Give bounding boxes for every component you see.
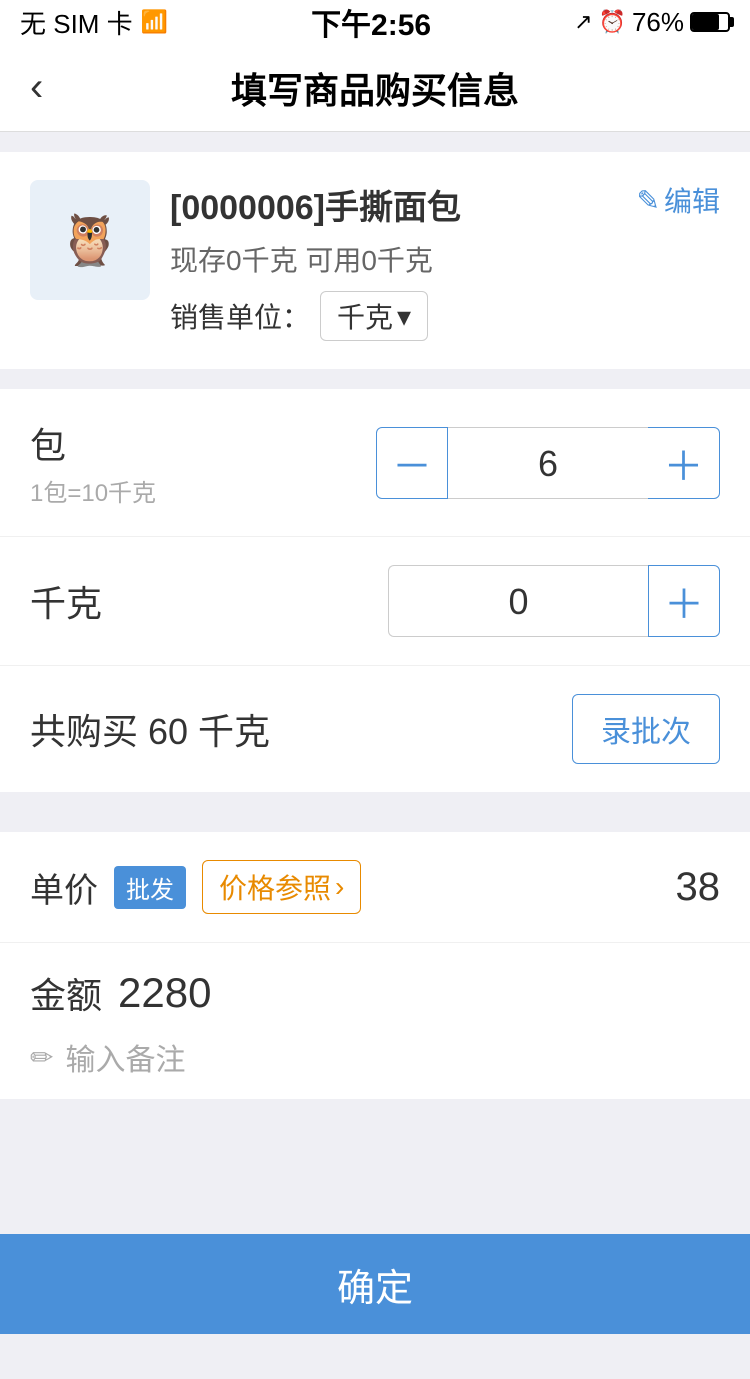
bao-stepper: － 6 ＋ <box>376 427 720 499</box>
bao-decrement-button[interactable]: － <box>376 427 448 499</box>
page-title: 填写商品购买信息 <box>231 62 519 114</box>
kilo-input-row: 千克 0 ＋ <box>0 537 750 666</box>
price-value: 38 <box>676 865 721 910</box>
confirm-bottom-bar[interactable]: 确定 <box>0 1234 750 1334</box>
price-row: 单价 批发 价格参照 › 38 <box>30 860 720 914</box>
note-placeholder: 输入备注 <box>65 1035 185 1079</box>
product-unit-row: 销售单位： 千克 ▾ <box>170 291 720 341</box>
price-ref-chevron-icon: › <box>335 871 344 903</box>
price-section: 单价 批发 价格参照 › 38 <box>0 832 750 943</box>
back-button[interactable]: ‹ <box>20 55 53 120</box>
bao-sublabel: 1包=10千克 <box>30 473 230 508</box>
battery-percent: 76% <box>632 7 684 38</box>
bao-input-row: 包 1包=10千克 － 6 ＋ <box>0 389 750 537</box>
note-row[interactable]: ✏ 输入备注 <box>30 1035 720 1079</box>
status-time: 下午2:56 <box>311 0 431 44</box>
summary-row: 共购买 60 千克 录批次 <box>0 666 750 792</box>
unit-chevron-icon: ▾ <box>397 300 411 333</box>
divider-2 <box>0 792 750 812</box>
edit-icon: ✎ <box>637 184 660 217</box>
nav-bar: ‹ 填写商品购买信息 <box>0 44 750 132</box>
status-bar: 无 SIM 卡 📶 下午2:56 ↗ ⏰ 76% <box>0 0 750 44</box>
unit-label: 销售单位： <box>170 296 310 336</box>
wifi-icon: 📶 <box>141 9 168 35</box>
price-ref-label: 价格参照 <box>219 867 331 907</box>
unit-select[interactable]: 千克 ▾ <box>320 291 428 341</box>
kilo-increment-button[interactable]: ＋ <box>648 565 720 637</box>
pencil-icon: ✏ <box>30 1041 53 1074</box>
product-stock: 现存0千克 可用0千克 <box>170 239 720 279</box>
bao-increment-button[interactable]: ＋ <box>648 427 720 499</box>
edit-button[interactable]: ✎ 编辑 <box>637 180 720 220</box>
price-reference-button[interactable]: 价格参照 › <box>202 860 361 914</box>
kilo-stepper: 0 ＋ <box>388 565 720 637</box>
product-logo-icon: 🦉 <box>59 211 121 270</box>
status-left: 无 SIM 卡 📶 <box>20 4 168 41</box>
kilo-value[interactable]: 0 <box>388 565 648 637</box>
divider-1 <box>0 369 750 389</box>
confirm-button[interactable]: 确定 <box>337 1257 413 1312</box>
product-thumbnail: 🦉 <box>30 180 150 300</box>
product-card: 🦉 [0000006]手撕面包 现存0千克 可用0千克 销售单位： 千克 ▾ ✎… <box>0 152 750 369</box>
kilo-label: 千克 <box>30 575 230 627</box>
amount-label: 金额 <box>30 967 102 1019</box>
price-type-tag: 批发 <box>114 866 186 909</box>
status-right: ↗ ⏰ 76% <box>574 7 730 38</box>
amount-section: 金额 2280 ✏ 输入备注 <box>0 943 750 1099</box>
sim-label: 无 SIM 卡 <box>20 4 133 41</box>
alarm-icon: ⏰ <box>599 9 626 35</box>
edit-label: 编辑 <box>664 180 720 220</box>
kilo-label-group: 千克 <box>30 575 230 627</box>
battery-icon <box>690 12 730 32</box>
price-label: 单价 <box>30 863 98 912</box>
amount-row: 金额 2280 <box>30 967 720 1019</box>
location-icon: ↗ <box>574 9 592 35</box>
summary-text: 共购买 60 千克 <box>30 703 270 755</box>
batch-button[interactable]: 录批次 <box>572 694 720 764</box>
bao-value[interactable]: 6 <box>448 427 648 499</box>
input-section: 包 1包=10千克 － 6 ＋ 千克 0 ＋ <box>0 389 750 666</box>
unit-value: 千克 <box>337 296 393 336</box>
bao-label: 包 <box>30 417 230 469</box>
amount-value: 2280 <box>118 969 211 1017</box>
bao-label-group: 包 1包=10千克 <box>30 417 230 508</box>
